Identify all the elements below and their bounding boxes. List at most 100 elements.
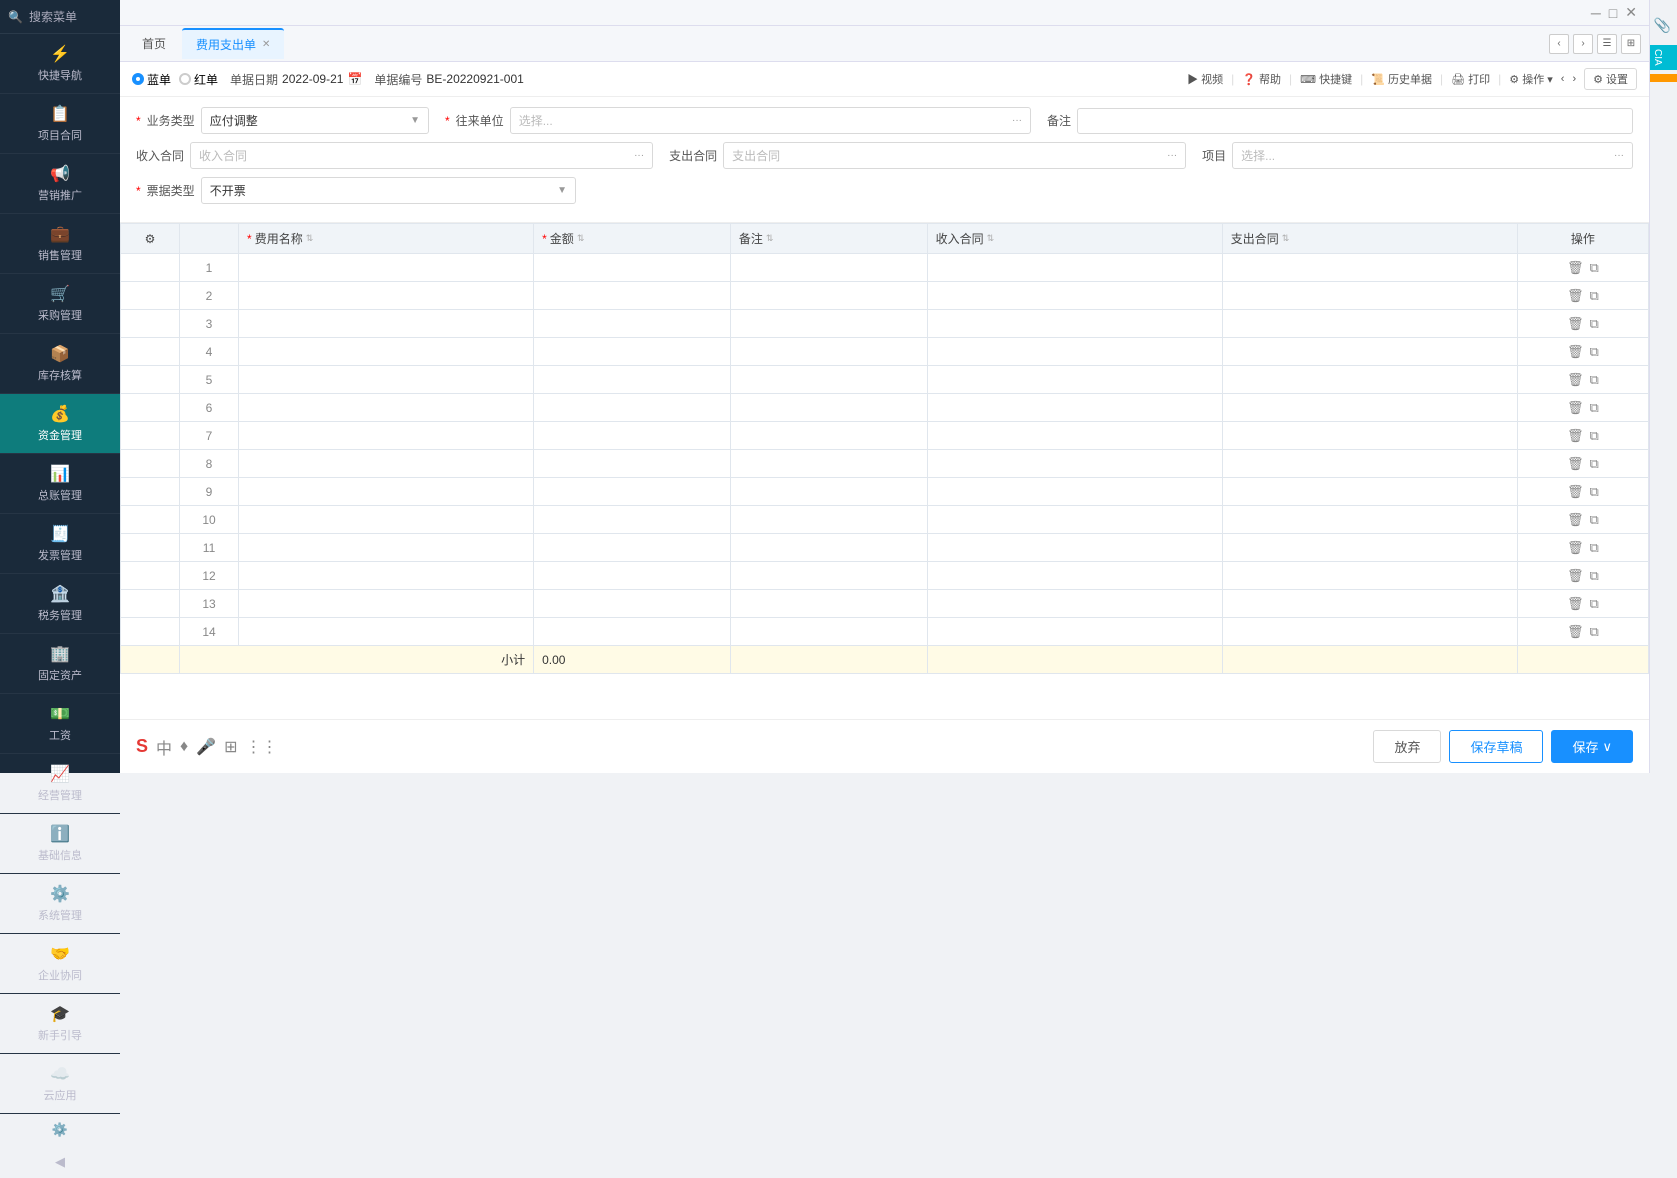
row-note-12[interactable]: [730, 562, 927, 590]
row-copy-11[interactable]: ⧉: [1590, 540, 1599, 556]
sidebar-settings-btn[interactable]: ⚙️: [0, 1114, 120, 1146]
tab-prev-btn[interactable]: ‹: [1549, 34, 1569, 54]
row-name-7[interactable]: [239, 422, 534, 450]
row-name-14[interactable]: [239, 618, 534, 646]
row-name-1[interactable]: [239, 254, 534, 282]
row-amount-5[interactable]: [534, 366, 731, 394]
row-copy-3[interactable]: ⧉: [1590, 316, 1599, 332]
row-delete-12[interactable]: 🗑: [1567, 568, 1584, 584]
tool-mic-icon[interactable]: 🎤: [196, 737, 216, 757]
sidebar-item-quick-nav[interactable]: ⚡快捷导航: [0, 34, 120, 94]
row-name-12[interactable]: [239, 562, 534, 590]
row-expense-2[interactable]: [1222, 282, 1517, 310]
remark-input[interactable]: [1077, 108, 1633, 134]
row-expense-9[interactable]: [1222, 478, 1517, 506]
row-amount-3[interactable]: [534, 310, 731, 338]
sidebar-item-marketing[interactable]: 📢营销推广: [0, 154, 120, 214]
row-copy-8[interactable]: ⧉: [1590, 456, 1599, 472]
save-btn[interactable]: 保存 ∨: [1551, 730, 1633, 763]
operations-btn[interactable]: ⚙ 操作 ▾: [1509, 71, 1553, 87]
calendar-icon[interactable]: 📅: [347, 72, 362, 86]
row-note-6[interactable]: [730, 394, 927, 422]
business-type-input[interactable]: 应付调整 ▼: [201, 107, 429, 134]
row-name-10[interactable]: [239, 506, 534, 534]
col-expense-header[interactable]: 支出合同 ⇅: [1222, 224, 1517, 254]
radio-blue[interactable]: 蓝单: [132, 71, 171, 88]
row-delete-11[interactable]: 🗑: [1567, 540, 1584, 556]
row-copy-4[interactable]: ⧉: [1590, 344, 1599, 360]
row-amount-4[interactable]: [534, 338, 731, 366]
row-delete-4[interactable]: 🗑: [1567, 344, 1584, 360]
print-btn[interactable]: 🖨 打印: [1451, 71, 1490, 87]
row-expense-6[interactable]: [1222, 394, 1517, 422]
row-name-3[interactable]: [239, 310, 534, 338]
row-name-13[interactable]: [239, 590, 534, 618]
row-amount-13[interactable]: [534, 590, 731, 618]
tool-zh-icon[interactable]: 中: [156, 735, 172, 759]
sidebar-item-invoice-mgmt[interactable]: 🧾发票管理: [0, 514, 120, 574]
sidebar-item-enterprise[interactable]: 🤝企业协同: [0, 934, 120, 994]
row-delete-8[interactable]: 🗑: [1567, 456, 1584, 472]
row-note-7[interactable]: [730, 422, 927, 450]
sidebar-item-fund-mgmt[interactable]: 💰资金管理: [0, 394, 120, 454]
row-delete-3[interactable]: 🗑: [1567, 316, 1584, 332]
row-amount-10[interactable]: [534, 506, 731, 534]
shortcut-btn[interactable]: ⌨ 快捷键: [1300, 71, 1352, 87]
row-note-5[interactable]: [730, 366, 927, 394]
row-income-11[interactable]: [927, 534, 1222, 562]
row-note-1[interactable]: [730, 254, 927, 282]
row-amount-8[interactable]: [534, 450, 731, 478]
row-income-9[interactable]: [927, 478, 1222, 506]
sidebar-item-inventory[interactable]: 📦库存核算: [0, 334, 120, 394]
row-delete-14[interactable]: 🗑: [1567, 624, 1584, 640]
sidebar-collapse-btn[interactable]: ◀: [0, 1146, 120, 1178]
sidebar-item-payroll[interactable]: 💵工资: [0, 694, 120, 754]
row-income-14[interactable]: [927, 618, 1222, 646]
row-delete-6[interactable]: 🗑: [1567, 400, 1584, 416]
date-value[interactable]: 2022-09-21: [282, 72, 343, 86]
row-expense-3[interactable]: [1222, 310, 1517, 338]
row-delete-7[interactable]: 🗑: [1567, 428, 1584, 444]
row-income-12[interactable]: [927, 562, 1222, 590]
radio-red[interactable]: 红单: [179, 71, 218, 88]
row-expense-8[interactable]: [1222, 450, 1517, 478]
sidebar-search[interactable]: 🔍 搜索菜单: [0, 0, 120, 34]
row-name-8[interactable]: [239, 450, 534, 478]
row-amount-1[interactable]: [534, 254, 731, 282]
row-copy-10[interactable]: ⧉: [1590, 512, 1599, 528]
row-copy-7[interactable]: ⧉: [1590, 428, 1599, 444]
row-amount-7[interactable]: [534, 422, 731, 450]
settings-btn[interactable]: ⚙ 设置: [1584, 68, 1637, 90]
invoice-type-input[interactable]: 不开票 ▼: [201, 177, 576, 204]
col-note-header[interactable]: 备注 ⇅: [730, 224, 927, 254]
sidebar-item-purchase-mgmt[interactable]: 🛒采购管理: [0, 274, 120, 334]
row-expense-1[interactable]: [1222, 254, 1517, 282]
row-delete-1[interactable]: 🗑: [1567, 260, 1584, 276]
sidebar-item-cloud-apps[interactable]: ☁️云应用: [0, 1054, 120, 1114]
sidebar-item-sys-mgmt[interactable]: ⚙️系统管理: [0, 874, 120, 934]
help-btn[interactable]: ❓ 帮助: [1242, 71, 1281, 87]
history-btn[interactable]: 📜 历史单据: [1371, 71, 1432, 87]
col-settings-header[interactable]: ⚙: [121, 224, 180, 254]
green-panel-btn[interactable]: CIA: [1650, 45, 1677, 70]
row-copy-6[interactable]: ⧉: [1590, 400, 1599, 416]
row-copy-2[interactable]: ⧉: [1590, 288, 1599, 304]
row-income-6[interactable]: [927, 394, 1222, 422]
sidebar-item-basic-info[interactable]: ℹ️基础信息: [0, 814, 120, 874]
counterpart-input[interactable]: 选择... ···: [510, 107, 1031, 134]
row-expense-14[interactable]: [1222, 618, 1517, 646]
income-contract-input[interactable]: 收入合同 ···: [190, 142, 653, 169]
row-amount-11[interactable]: [534, 534, 731, 562]
row-copy-13[interactable]: ⧉: [1590, 596, 1599, 612]
row-income-3[interactable]: [927, 310, 1222, 338]
row-expense-13[interactable]: [1222, 590, 1517, 618]
row-name-6[interactable]: [239, 394, 534, 422]
video-btn[interactable]: ▶ 视频: [1187, 71, 1223, 87]
row-delete-10[interactable]: 🗑: [1567, 512, 1584, 528]
row-income-13[interactable]: [927, 590, 1222, 618]
row-note-9[interactable]: [730, 478, 927, 506]
tool-grid-icon[interactable]: ⊞: [224, 737, 237, 757]
row-note-8[interactable]: [730, 450, 927, 478]
row-note-13[interactable]: [730, 590, 927, 618]
tab-home[interactable]: 首页: [128, 29, 180, 58]
